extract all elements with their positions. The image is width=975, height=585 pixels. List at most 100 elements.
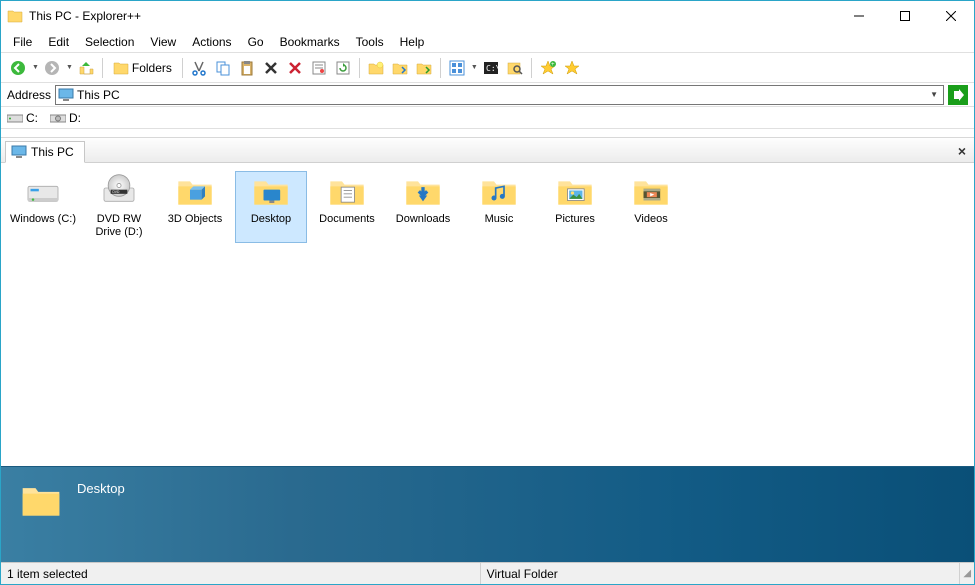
drive-dvd-icon: DVD — [99, 175, 139, 211]
search-button[interactable] — [504, 57, 526, 79]
toolbar-separator — [102, 58, 103, 78]
computer-icon — [11, 145, 27, 159]
toolbar-separator — [359, 58, 360, 78]
file-item[interactable]: DVD DVD RW Drive (D:) — [83, 171, 155, 243]
folder-icon — [19, 479, 63, 523]
file-label: DVD RW Drive (D:) — [86, 213, 152, 239]
file-item[interactable]: Windows (C:) — [7, 171, 79, 243]
folder-desktop-icon — [251, 175, 291, 211]
folder-3d-icon — [175, 175, 215, 211]
menu-file[interactable]: File — [5, 32, 40, 52]
add-bookmark-button[interactable]: + — [537, 57, 559, 79]
menu-actions[interactable]: Actions — [184, 32, 239, 52]
drive-label: D: — [69, 111, 81, 125]
address-label: Address — [7, 88, 51, 102]
file-item[interactable]: Music — [463, 171, 535, 243]
back-dropdown-icon[interactable]: ▼ — [32, 64, 39, 71]
folders-toggle[interactable]: Folders — [108, 57, 177, 79]
folder-videos-icon — [631, 175, 671, 211]
tab-close-button[interactable]: × — [958, 143, 966, 159]
drive-item-c[interactable]: C: — [7, 111, 38, 125]
go-button[interactable] — [948, 85, 968, 105]
toolbar-separator — [182, 58, 183, 78]
status-selection: 1 item selected — [1, 563, 481, 584]
delete-permanent-button[interactable] — [284, 57, 306, 79]
paste-button[interactable] — [236, 57, 258, 79]
menu-bookmarks[interactable]: Bookmarks — [272, 32, 348, 52]
drive-label: C: — [26, 111, 38, 125]
folder-pictures-icon — [555, 175, 595, 211]
address-bar: Address ▼ — [1, 83, 974, 107]
tab-bar: This PC × — [1, 137, 974, 163]
app-icon — [7, 8, 23, 24]
file-label: 3D Objects — [168, 213, 222, 226]
toolbar-separator — [440, 58, 441, 78]
file-label: Videos — [634, 213, 667, 226]
organize-bookmarks-button[interactable] — [561, 57, 583, 79]
file-label: Windows (C:) — [10, 213, 76, 226]
forward-button[interactable] — [41, 57, 63, 79]
svg-text:+: + — [551, 62, 555, 68]
terminal-button[interactable]: C:\ — [480, 57, 502, 79]
file-item[interactable]: Documents — [311, 171, 383, 243]
folder-music-icon — [479, 175, 519, 211]
forward-dropdown-icon[interactable]: ▼ — [66, 64, 73, 71]
folder-downloads-icon — [403, 175, 443, 211]
delete-button[interactable] — [260, 57, 282, 79]
file-item[interactable]: Desktop — [235, 171, 307, 243]
hdd-icon — [7, 112, 23, 124]
drive-bar: C: D: — [1, 107, 974, 129]
file-label: Documents — [319, 213, 375, 226]
new-folder-button[interactable] — [365, 57, 387, 79]
menu-edit[interactable]: Edit — [40, 32, 77, 52]
refresh-button[interactable] — [332, 57, 354, 79]
address-field-container: ▼ — [55, 85, 944, 105]
status-location-type: Virtual Folder — [481, 563, 961, 584]
drive-hdd-icon — [23, 175, 63, 211]
details-name: Desktop — [77, 481, 125, 496]
status-bar: 1 item selected Virtual Folder ◢ — [1, 562, 974, 584]
file-label: Desktop — [251, 213, 291, 226]
copy-button[interactable] — [212, 57, 234, 79]
views-button[interactable] — [446, 57, 468, 79]
address-dropdown-icon[interactable]: ▼ — [927, 90, 941, 99]
menu-help[interactable]: Help — [392, 32, 433, 52]
menu-bar: File Edit Selection View Actions Go Book… — [1, 31, 974, 53]
toolbar-gap — [1, 129, 974, 137]
cut-button[interactable] — [188, 57, 210, 79]
window-title: This PC - Explorer++ — [29, 9, 836, 23]
toolbar-separator — [531, 58, 532, 78]
menu-go[interactable]: Go — [240, 32, 272, 52]
file-view[interactable]: Windows (C:) DVD DVD RW Drive (D:) 3D Ob… — [1, 163, 974, 466]
resize-grip-icon[interactable]: ◢ — [960, 568, 974, 579]
move-to-button[interactable] — [413, 57, 435, 79]
menu-view[interactable]: View — [142, 32, 184, 52]
menu-tools[interactable]: Tools — [348, 32, 392, 52]
minimize-button[interactable] — [836, 1, 882, 31]
drive-item-d[interactable]: D: — [50, 111, 81, 125]
menu-selection[interactable]: Selection — [77, 32, 142, 52]
folders-label: Folders — [132, 61, 172, 75]
file-label: Pictures — [555, 213, 595, 226]
details-pane: Desktop — [1, 466, 974, 562]
file-item[interactable]: 3D Objects — [159, 171, 231, 243]
tab-this-pc[interactable]: This PC — [5, 141, 85, 163]
title-bar: This PC - Explorer++ — [1, 1, 974, 31]
file-item[interactable]: Pictures — [539, 171, 611, 243]
maximize-button[interactable] — [882, 1, 928, 31]
copy-to-button[interactable] — [389, 57, 411, 79]
properties-button[interactable] — [308, 57, 330, 79]
window-controls — [836, 1, 974, 31]
file-item[interactable]: Downloads — [387, 171, 459, 243]
dvd-icon — [50, 112, 66, 124]
file-item[interactable]: Videos — [615, 171, 687, 243]
views-dropdown-icon[interactable]: ▼ — [471, 64, 478, 71]
main-toolbar: ▼ ▼ Folders ▼ C:\ + — [1, 53, 974, 83]
file-label: Music — [485, 213, 514, 226]
close-button[interactable] — [928, 1, 974, 31]
computer-icon — [58, 88, 74, 102]
up-button[interactable] — [75, 57, 97, 79]
address-input[interactable] — [77, 88, 924, 102]
svg-text:C:\: C:\ — [486, 64, 499, 73]
back-button[interactable] — [7, 57, 29, 79]
